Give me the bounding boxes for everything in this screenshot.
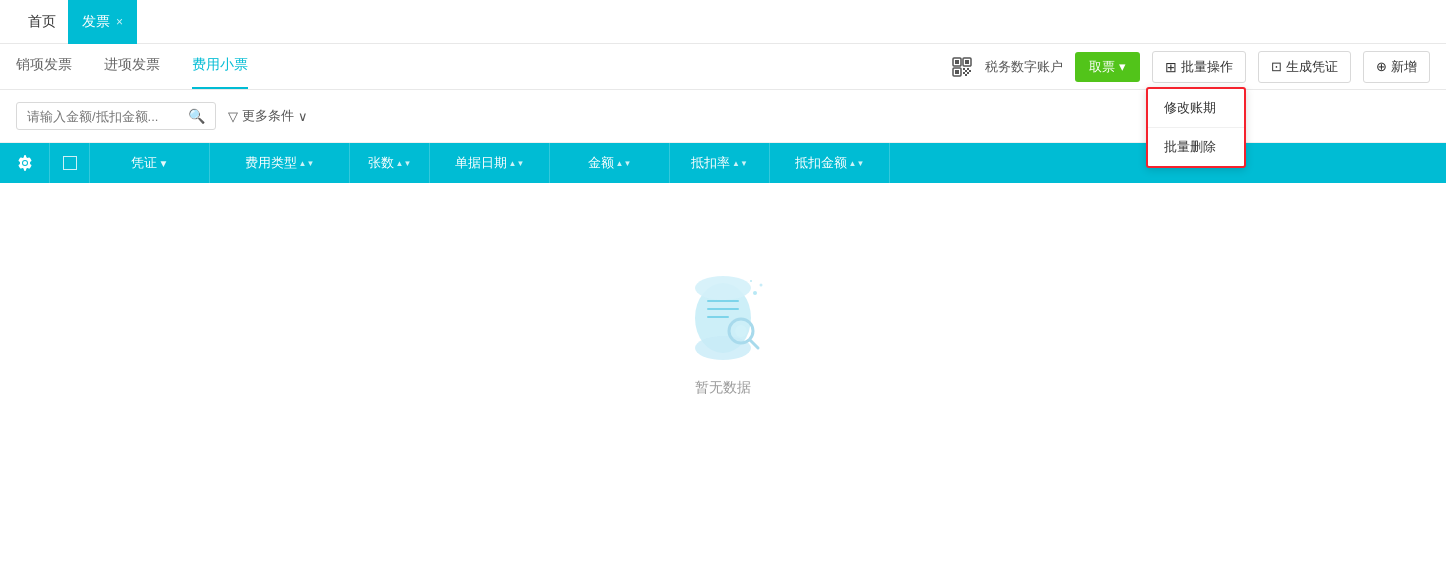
svg-rect-6: [963, 68, 965, 70]
th-amount-label: 金额: [588, 154, 614, 172]
th-deduct-rate-label: 抵扣率: [691, 154, 730, 172]
sort-arrows-date: ▲▼: [509, 159, 525, 168]
settings-icon: [17, 155, 33, 171]
invoice-tab-close[interactable]: ×: [116, 15, 123, 29]
th-count-label: 张数: [368, 154, 394, 172]
svg-rect-11: [969, 70, 971, 72]
svg-rect-10: [965, 70, 967, 72]
qr-icon: [951, 56, 973, 78]
th-expense-type-label: 费用类型: [245, 154, 297, 172]
add-label: 新增: [1391, 58, 1417, 76]
more-conditions-label: 更多条件: [242, 107, 294, 125]
menu-item-batch-delete[interactable]: 批量删除: [1148, 128, 1244, 166]
sort-arrows-deduct-amount: ▲▼: [849, 159, 865, 168]
more-conditions-button[interactable]: ▽ 更多条件 ∨: [228, 107, 308, 125]
invoice-tab-label: 发票: [82, 13, 110, 31]
th-expense-type[interactable]: 费用类型 ▲▼: [210, 143, 350, 183]
empty-state-text: 暂无数据: [695, 379, 751, 397]
sub-tabs-right: 税务数字账户 取票 ▾ ⊞ 批量操作 修改账期 批量删除 ⊡: [951, 51, 1430, 83]
svg-rect-5: [955, 70, 959, 74]
qr-code-icon-btn[interactable]: [951, 56, 973, 78]
svg-rect-3: [965, 60, 969, 64]
svg-point-24: [750, 280, 752, 282]
tab-expense-receipt[interactable]: 费用小票: [192, 44, 248, 89]
take-ticket-label: 取票: [1089, 58, 1115, 76]
sub-tabs-left: 销项发票 进项发票 费用小票: [16, 44, 248, 89]
empty-state: 暂无数据: [0, 183, 1446, 477]
select-all-checkbox[interactable]: [63, 156, 77, 170]
content-area: 销项发票 进项发票 费用小票: [0, 44, 1446, 584]
sort-arrows-expense-type: ▲▼: [299, 159, 315, 168]
tab-sales-invoice[interactable]: 销项发票: [16, 44, 72, 89]
menu-item-modify-period[interactable]: 修改账期: [1148, 89, 1244, 128]
svg-point-14: [695, 276, 751, 300]
add-button[interactable]: ⊕ 新增: [1363, 51, 1430, 83]
svg-point-22: [753, 291, 757, 295]
tab-purchase-invoice[interactable]: 进项发票: [104, 44, 160, 89]
search-icon: 🔍: [188, 108, 205, 124]
empty-state-icon: [673, 263, 773, 363]
th-date-label: 单据日期: [455, 154, 507, 172]
svg-rect-7: [967, 68, 969, 70]
sub-tabs-bar: 销项发票 进项发票 费用小票: [0, 44, 1446, 90]
gen-voucher-button[interactable]: ⊡ 生成凭证: [1258, 51, 1351, 83]
svg-point-23: [760, 284, 763, 287]
gen-voucher-icon: ⊡: [1271, 59, 1282, 74]
tax-account-button[interactable]: 税务数字账户: [985, 58, 1063, 76]
svg-line-21: [750, 340, 758, 348]
svg-point-20: [735, 325, 747, 337]
th-deduct-amount-label: 抵扣金额: [795, 154, 847, 172]
batch-op-dropdown: 修改账期 批量删除: [1146, 87, 1246, 168]
svg-point-15: [695, 336, 751, 360]
th-voucher-label: 凭证: [131, 154, 157, 172]
svg-rect-9: [967, 72, 969, 74]
search-wrap: 🔍: [16, 102, 216, 130]
th-checkbox[interactable]: [50, 143, 90, 183]
batch-op-label: 批量操作: [1181, 58, 1233, 76]
sort-arrows-deduct-rate: ▲▼: [732, 159, 748, 168]
take-ticket-arrow: ▾: [1119, 59, 1126, 74]
th-voucher: 凭证 ▼: [90, 143, 210, 183]
batch-op-button[interactable]: ⊞ 批量操作: [1152, 51, 1246, 83]
th-deduct-rate[interactable]: 抵扣率 ▲▼: [670, 143, 770, 183]
sort-arrows-count: ▲▼: [396, 159, 412, 168]
th-date[interactable]: 单据日期 ▲▼: [430, 143, 550, 183]
home-tab[interactable]: 首页: [16, 0, 68, 44]
th-count[interactable]: 张数 ▲▼: [350, 143, 430, 183]
more-conditions-arrow: ∨: [298, 109, 308, 124]
batch-op-icon: ⊞: [1165, 59, 1177, 75]
search-input[interactable]: [27, 109, 182, 124]
gen-voucher-label: 生成凭证: [1286, 58, 1338, 76]
th-voucher-filter-icon[interactable]: ▼: [159, 158, 169, 169]
th-deduct-amount[interactable]: 抵扣金额 ▲▼: [770, 143, 890, 183]
filter-icon: ▽: [228, 109, 238, 124]
add-icon: ⊕: [1376, 59, 1387, 74]
th-amount[interactable]: 金额 ▲▼: [550, 143, 670, 183]
batch-op-wrapper: ⊞ 批量操作 修改账期 批量删除: [1152, 51, 1246, 83]
sort-arrows-amount: ▲▼: [616, 159, 632, 168]
svg-rect-8: [963, 72, 965, 74]
svg-rect-12: [965, 74, 967, 76]
invoice-tab[interactable]: 发票 ×: [68, 0, 137, 44]
th-settings[interactable]: [0, 143, 50, 183]
svg-rect-1: [955, 60, 959, 64]
take-ticket-button[interactable]: 取票 ▾: [1075, 52, 1140, 82]
